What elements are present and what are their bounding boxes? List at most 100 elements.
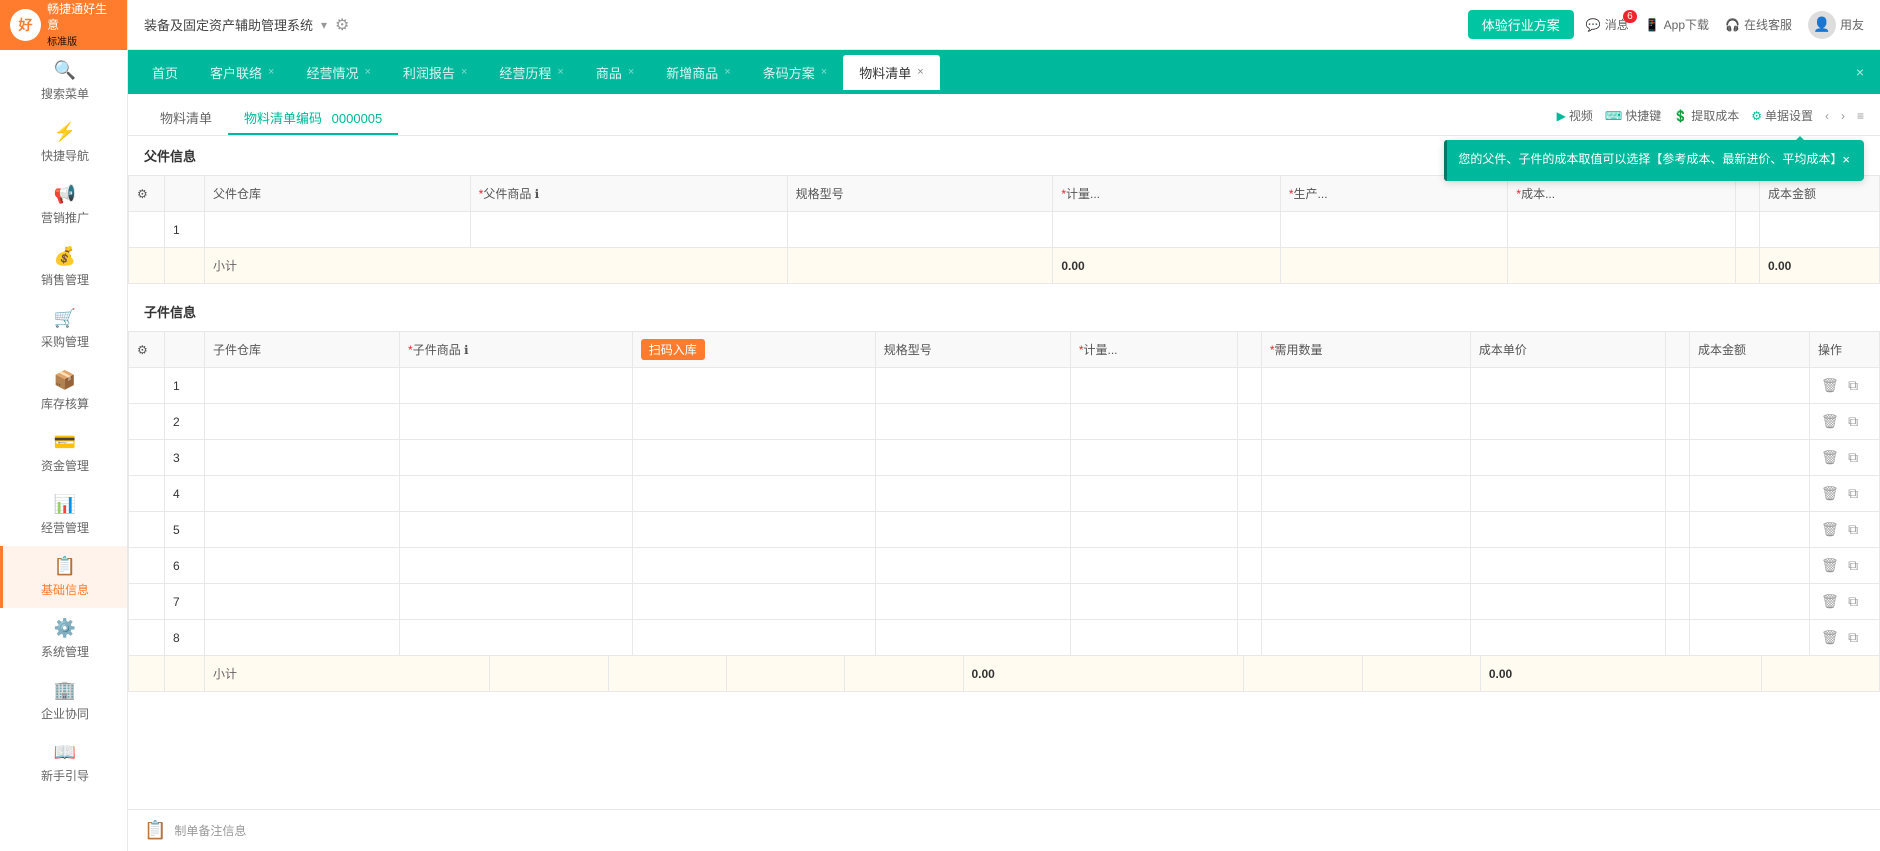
ch-td-qty-8[interactable] xyxy=(1261,620,1470,656)
ch-td-warehouse-8[interactable] xyxy=(205,620,400,656)
nav-tab-barcode[interactable]: 条码方案 × xyxy=(747,55,843,90)
ch-td-goods-2[interactable] xyxy=(400,404,633,440)
copy-icon-4[interactable]: ⧉ xyxy=(1845,485,1861,501)
sidebar-item-finance[interactable]: 💳资金管理 xyxy=(0,422,127,484)
td-row1-unit[interactable] xyxy=(1053,212,1281,248)
scan-button[interactable]: 扫码入库 xyxy=(641,339,705,360)
copy-icon-2[interactable]: ⧉ xyxy=(1845,413,1861,429)
td-row1-produce[interactable] xyxy=(1280,212,1508,248)
ch-td-unit-3[interactable] xyxy=(1070,440,1237,476)
ch-td-unit-2[interactable] xyxy=(1070,404,1237,440)
tab-close-ops-history[interactable]: × xyxy=(557,66,563,78)
ch-td-spec-5[interactable] xyxy=(875,512,1070,548)
nav-tab-ops-history[interactable]: 经营历程 × xyxy=(483,55,579,90)
delete-icon-2[interactable]: 🗑 xyxy=(1818,413,1842,429)
view-button[interactable]: ▶ 视频 xyxy=(1557,107,1593,124)
ch-td-spec-6[interactable] xyxy=(875,548,1070,584)
system-dropdown-icon[interactable]: ▾ xyxy=(321,18,327,32)
delete-icon-1[interactable]: 🗑 xyxy=(1818,377,1842,393)
ch-td-spec-8[interactable] xyxy=(875,620,1070,656)
tab-close-bom[interactable]: × xyxy=(917,66,923,78)
nav-tab-customer[interactable]: 客户联络 × xyxy=(194,55,290,90)
ch-td-spec-2[interactable] xyxy=(875,404,1070,440)
tab-close-customer[interactable]: × xyxy=(268,66,274,78)
ch-td-qty-6[interactable] xyxy=(1261,548,1470,584)
nav-tab-goods[interactable]: 商品 × xyxy=(580,55,650,90)
nav-next-icon[interactable]: › xyxy=(1841,109,1845,123)
td-row1-warehouse[interactable] xyxy=(205,212,471,248)
tab-bom-code[interactable]: 物料清单编码 0000005 xyxy=(228,102,398,135)
ch-th-settings[interactable]: ⚙ xyxy=(129,332,165,368)
sidebar-item-sales[interactable]: 💰销售管理 xyxy=(0,236,127,298)
copy-icon-6[interactable]: ⧉ xyxy=(1845,557,1861,573)
nav-tabs-close-button[interactable]: × xyxy=(1848,64,1872,80)
tab-close-operations-situation[interactable]: × xyxy=(364,66,370,78)
tab-close-goods[interactable]: × xyxy=(628,66,634,78)
delete-icon-8[interactable]: 🗑 xyxy=(1818,629,1842,645)
ch-td-goods-1[interactable] xyxy=(400,368,633,404)
ch-td-qty-3[interactable] xyxy=(1261,440,1470,476)
ch-td-warehouse-1[interactable] xyxy=(205,368,400,404)
tab-close-add-goods[interactable]: × xyxy=(724,66,730,78)
tab-close-profit[interactable]: × xyxy=(461,66,467,78)
tooltip-close-button[interactable]: × xyxy=(1842,150,1850,171)
nav-tab-operations-situation[interactable]: 经营情况 × xyxy=(290,55,386,90)
nav-prev-icon[interactable]: ‹ xyxy=(1825,109,1829,123)
ch-td-warehouse-5[interactable] xyxy=(205,512,400,548)
sidebar-item-system[interactable]: ⚙️系统管理 xyxy=(0,608,127,670)
ch-td-spec-7[interactable] xyxy=(875,584,1070,620)
ch-td-warehouse-7[interactable] xyxy=(205,584,400,620)
ch-td-goods-7[interactable] xyxy=(400,584,633,620)
sidebar-item-operations[interactable]: 📊经营管理 xyxy=(0,484,127,546)
trial-button[interactable]: 体验行业方案 xyxy=(1468,10,1574,39)
copy-icon-3[interactable]: ⧉ xyxy=(1845,449,1861,465)
ch-td-qty-4[interactable] xyxy=(1261,476,1470,512)
tab-close-barcode[interactable]: × xyxy=(821,66,827,78)
delete-icon-7[interactable]: 🗑 xyxy=(1818,593,1842,609)
ch-td-warehouse-2[interactable] xyxy=(205,404,400,440)
ch-td-unit-8[interactable] xyxy=(1070,620,1237,656)
app-download-button[interactable]: 📱 App下载 xyxy=(1645,16,1709,33)
td-row1-cost-param[interactable] xyxy=(1508,212,1736,248)
copy-icon-1[interactable]: ⧉ xyxy=(1845,377,1861,393)
copy-icon-7[interactable]: ⧉ xyxy=(1845,593,1861,609)
sidebar-item-basic-info[interactable]: 📋基础信息 xyxy=(0,546,127,608)
nav-tab-add-goods[interactable]: 新增商品 × xyxy=(650,55,746,90)
ch-td-qty-5[interactable] xyxy=(1261,512,1470,548)
single-settings-button[interactable]: ⚙ 单据设置 xyxy=(1751,107,1813,124)
ch-td-goods-8[interactable] xyxy=(400,620,633,656)
td-row1-spec[interactable] xyxy=(787,212,1053,248)
ch-td-qty-2[interactable] xyxy=(1261,404,1470,440)
copy-icon-5[interactable]: ⧉ xyxy=(1845,521,1861,537)
nav-tab-home[interactable]: 首页 xyxy=(136,55,194,90)
user-menu[interactable]: 👤 用友 xyxy=(1808,11,1864,39)
ch-td-spec-4[interactable] xyxy=(875,476,1070,512)
sidebar-item-purchase[interactable]: 🛒采购管理 xyxy=(0,298,127,360)
sidebar-item-enterprise[interactable]: 🏢企业协同 xyxy=(0,670,127,732)
delete-icon-5[interactable]: 🗑 xyxy=(1818,521,1842,537)
shortcut-button[interactable]: ⌨ 快捷键 xyxy=(1605,107,1661,124)
ch-td-goods-4[interactable] xyxy=(400,476,633,512)
ch-td-spec-3[interactable] xyxy=(875,440,1070,476)
ch-td-warehouse-4[interactable] xyxy=(205,476,400,512)
ch-td-unit-6[interactable] xyxy=(1070,548,1237,584)
ch-td-qty-1[interactable] xyxy=(1261,368,1470,404)
nav-list-icon[interactable]: ≡ xyxy=(1857,109,1864,123)
ch-td-unit-5[interactable] xyxy=(1070,512,1237,548)
ch-td-unit-7[interactable] xyxy=(1070,584,1237,620)
nav-tab-profit[interactable]: 利润报告 × xyxy=(387,55,483,90)
online-service-button[interactable]: 🎧 在线客服 xyxy=(1725,16,1792,33)
sidebar-item-quick-nav[interactable]: ⚡快捷导航 xyxy=(0,112,127,174)
delete-icon-3[interactable]: 🗑 xyxy=(1818,449,1842,465)
copy-icon-8[interactable]: ⧉ xyxy=(1845,629,1861,645)
sidebar-item-marketing[interactable]: 📢营销推广 xyxy=(0,174,127,236)
ch-td-unit-4[interactable] xyxy=(1070,476,1237,512)
delete-icon-4[interactable]: 🗑 xyxy=(1818,485,1842,501)
td-row1-goods[interactable] xyxy=(470,212,787,248)
ch-td-goods-6[interactable] xyxy=(400,548,633,584)
ch-td-unit-1[interactable] xyxy=(1070,368,1237,404)
ch-td-warehouse-3[interactable] xyxy=(205,440,400,476)
cost-button[interactable]: 💲 提取成本 xyxy=(1673,107,1739,124)
tab-bom-list[interactable]: 物料清单 xyxy=(144,102,228,135)
ch-td-warehouse-6[interactable] xyxy=(205,548,400,584)
